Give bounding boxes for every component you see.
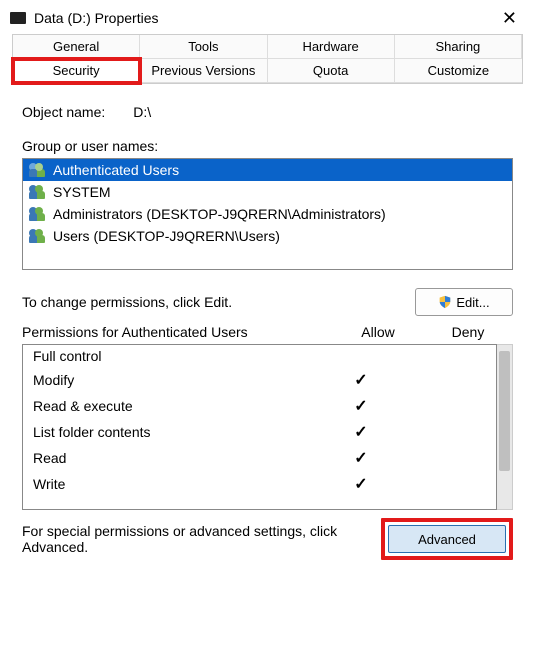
list-item[interactable]: Administrators (DESKTOP-J9QRERN\Administ… [23, 203, 512, 225]
list-item-label: Authenticated Users [53, 162, 179, 178]
tab-tools[interactable]: Tools [140, 35, 267, 59]
edit-hint: To change permissions, click Edit. [22, 294, 415, 310]
permission-name: List folder contents [33, 424, 316, 440]
permission-name: Read & execute [33, 398, 316, 414]
shield-icon [438, 295, 452, 309]
advanced-button[interactable]: Advanced [388, 525, 506, 553]
permission-name: Full control [33, 348, 316, 364]
tab-customize[interactable]: Customize [395, 59, 522, 83]
permissions-list: Full controlModify✓Read & execute✓List f… [22, 344, 497, 510]
advanced-hint: For special permissions or advanced sett… [22, 523, 373, 555]
tab-general[interactable]: General [13, 35, 140, 59]
tab-strip: General Tools Hardware Sharing Security … [0, 34, 535, 84]
permission-row: Write✓ [23, 471, 496, 497]
users-icon [29, 185, 47, 199]
group-user-names-label: Group or user names: [22, 138, 513, 154]
users-icon [29, 163, 47, 177]
permission-row: List folder contents✓ [23, 419, 496, 445]
title-bar: Data (D:) Properties ✕ [0, 0, 535, 34]
permissions-scrollbar[interactable] [497, 344, 513, 510]
list-item[interactable]: Authenticated Users [23, 159, 512, 181]
allow-check-icon: ✓ [316, 474, 406, 494]
list-item-label: Users (DESKTOP-J9QRERN\Users) [53, 228, 280, 244]
tab-previous-versions[interactable]: Previous Versions [140, 59, 267, 83]
allow-check-icon: ✓ [316, 370, 406, 390]
users-icon [29, 207, 47, 221]
allow-check-icon: ✓ [316, 422, 406, 442]
allow-header: Allow [333, 324, 423, 340]
deny-header: Deny [423, 324, 513, 340]
permission-row: Full control [23, 345, 496, 367]
drive-icon [10, 12, 26, 24]
users-icon [29, 229, 47, 243]
tab-quota[interactable]: Quota [268, 59, 395, 83]
close-button[interactable]: ✕ [494, 7, 525, 29]
group-user-list[interactable]: Authenticated Users SYSTEM Administrators … [22, 158, 513, 270]
window-title: Data (D:) Properties [34, 10, 494, 26]
security-panel: Object name: D:\ Group or user names: Au… [0, 84, 535, 560]
tab-security[interactable]: Security [13, 59, 140, 83]
object-name-label: Object name: [22, 104, 105, 120]
tab-hardware[interactable]: Hardware [268, 35, 395, 59]
list-item-label: Administrators (DESKTOP-J9QRERN\Administ… [53, 206, 386, 222]
permissions-label: Permissions for Authenticated Users [22, 324, 333, 340]
edit-button[interactable]: Edit... [415, 288, 513, 316]
tab-sharing[interactable]: Sharing [395, 35, 522, 59]
permission-row: Modify✓ [23, 367, 496, 393]
edit-button-label: Edit... [456, 295, 489, 310]
allow-check-icon: ✓ [316, 448, 406, 468]
list-item[interactable]: SYSTEM [23, 181, 512, 203]
object-name-value: D:\ [133, 104, 151, 120]
permission-row: Read✓ [23, 445, 496, 471]
permission-row: Read & execute✓ [23, 393, 496, 419]
list-item[interactable]: Users (DESKTOP-J9QRERN\Users) [23, 225, 512, 247]
permission-name: Read [33, 450, 316, 466]
advanced-highlight: Advanced [381, 518, 513, 560]
permission-name: Write [33, 476, 316, 492]
list-item-label: SYSTEM [53, 184, 111, 200]
allow-check-icon: ✓ [316, 396, 406, 416]
permission-name: Modify [33, 372, 316, 388]
